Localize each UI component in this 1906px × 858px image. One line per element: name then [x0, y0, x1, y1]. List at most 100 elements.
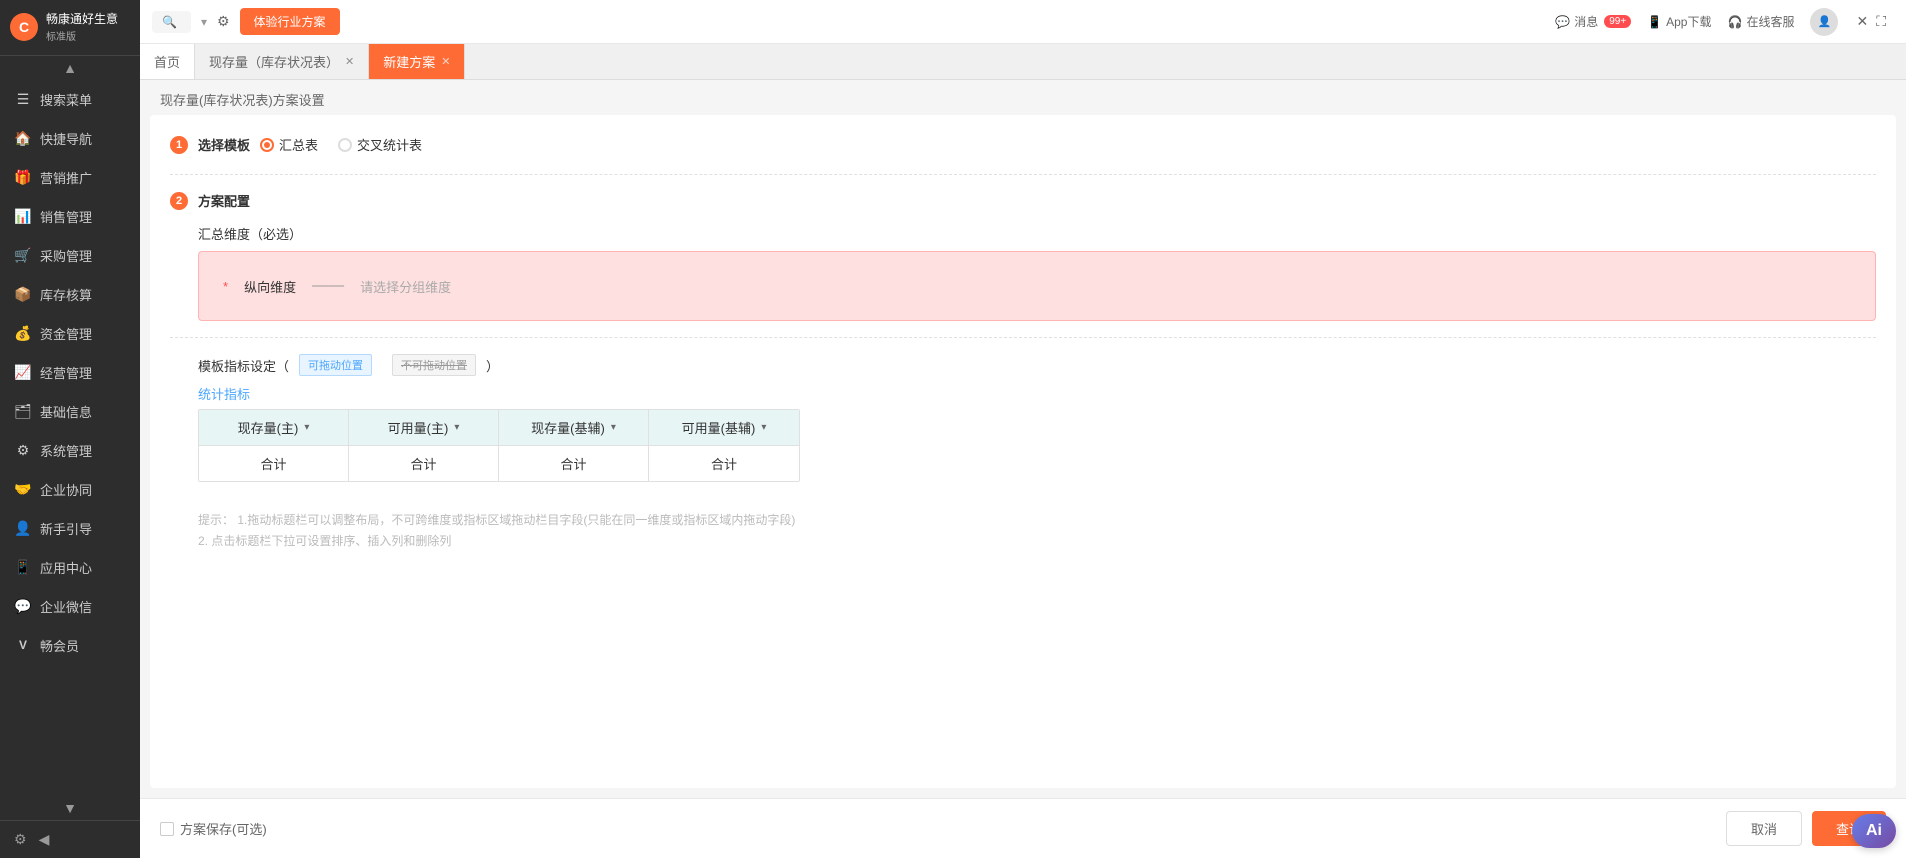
- radio-crosstab[interactable]: 交叉统计表: [338, 135, 422, 154]
- divider2: [170, 337, 1876, 338]
- stats-col-2-body: 合计: [349, 446, 499, 481]
- main-area: 🔍 ▾ ⚙ 体验行业方案 💬 消息 99+ 📱 App下载 🎧 在线客服 👤: [140, 0, 1906, 858]
- divider1: [170, 174, 1876, 175]
- sidebar-scroll-down[interactable]: ▼: [0, 796, 140, 820]
- sidebar-item-basic[interactable]: 🗂 基础信息: [0, 392, 140, 431]
- content-footer: 方案保存(可选) 取消 查询: [140, 798, 1906, 858]
- ai-badge[interactable]: Ai: [1852, 814, 1896, 848]
- topbar: 🔍 ▾ ⚙ 体验行业方案 💬 消息 99+ 📱 App下载 🎧 在线客服 👤: [140, 0, 1906, 44]
- stats-col-3-header[interactable]: 现存量(基辅) ▾: [499, 410, 649, 445]
- sidebar-item-quick-nav[interactable]: 🏠 快捷导航: [0, 119, 140, 158]
- sidebar-item-finance[interactable]: 💰 资金管理: [0, 314, 140, 353]
- sidebar-item-system[interactable]: ⚙ 系统管理: [0, 431, 140, 470]
- radio-summary[interactable]: 汇总表: [260, 135, 318, 154]
- mobile-icon: 📱: [14, 558, 32, 576]
- sidebar-item-label: 营销推广: [40, 168, 92, 187]
- tab-close-icon[interactable]: ✕: [441, 55, 450, 68]
- sidebar-item-vip[interactable]: V 畅会员: [0, 626, 140, 665]
- sidebar-item-label: 系统管理: [40, 441, 92, 460]
- sidebar-collapse-button[interactable]: ◀: [39, 831, 50, 848]
- message-button[interactable]: 💬 消息 99+: [1555, 13, 1631, 30]
- dimension-placeholder[interactable]: 请选择分组维度: [360, 277, 451, 296]
- sidebar-item-label: 搜索菜单: [40, 90, 92, 109]
- sidebar-item-inventory[interactable]: 📦 库存核算: [0, 275, 140, 314]
- sidebar-item-label: 企业协同: [40, 480, 92, 499]
- non-draggable-badge: 不可拖动位置: [392, 354, 476, 376]
- stats-table: 现存量(主) ▾ 可用量(主) ▾ 现存量(基辅) ▾: [198, 409, 800, 482]
- stats-header-row: 现存量(主) ▾ 可用量(主) ▾ 现存量(基辅) ▾: [199, 410, 799, 445]
- vip-icon: V: [14, 636, 32, 654]
- radio-summary-dot: [260, 138, 274, 152]
- headset-icon: 🎧: [1727, 15, 1742, 29]
- sidebar-item-label: 畅会员: [40, 636, 79, 655]
- tab-home[interactable]: 首页: [140, 44, 195, 79]
- gear-button[interactable]: ⚙: [217, 13, 230, 30]
- new-plan-tab-label: 新建方案: [383, 52, 435, 71]
- app-download-button[interactable]: 📱 App下载: [1647, 13, 1711, 30]
- save-option: 方案保存(可选): [160, 819, 267, 838]
- message-icon: 💬: [1555, 15, 1570, 29]
- sidebar-item-purchase[interactable]: 🛒 采购管理: [0, 236, 140, 275]
- sidebar-item-label: 快捷导航: [40, 129, 92, 148]
- stats-col-1-header[interactable]: 现存量(主) ▾: [199, 410, 349, 445]
- sidebar-item-enterprise[interactable]: 🤝 企业协同: [0, 470, 140, 509]
- tab-close-icon[interactable]: ✕: [345, 55, 354, 68]
- stats-col-4-header[interactable]: 可用量(基辅) ▾: [649, 410, 799, 445]
- tab-new-plan[interactable]: 新建方案 ✕: [369, 44, 465, 79]
- industry-plan-button[interactable]: 体验行业方案: [240, 8, 340, 35]
- customer-service-label: 在线客服: [1746, 13, 1794, 30]
- sidebar-item-label: 采购管理: [40, 246, 92, 265]
- user-avatar[interactable]: 👤: [1810, 8, 1838, 36]
- sidebar-item-wechat[interactable]: 💬 企业微信: [0, 587, 140, 626]
- gear-icon: ⚙: [14, 441, 32, 459]
- ai-badge-label: Ai: [1866, 822, 1882, 839]
- chevron-down-icon: ▾: [611, 422, 616, 433]
- sidebar-item-sales[interactable]: 📊 销售管理: [0, 197, 140, 236]
- app-version: 标准版: [46, 28, 118, 43]
- folder-icon: 🗂: [14, 402, 32, 420]
- money-icon: 💰: [14, 324, 32, 342]
- app-download-label: App下载: [1666, 13, 1711, 30]
- cancel-button[interactable]: 取消: [1726, 811, 1802, 846]
- box-icon: 📦: [14, 285, 32, 303]
- step1-section: 1 选择模板 汇总表 交叉统计表: [170, 135, 1876, 154]
- template-radio-group: 汇总表 交叉统计表: [260, 135, 422, 154]
- customer-service-button[interactable]: 🎧 在线客服: [1727, 13, 1794, 30]
- sidebar-item-apps[interactable]: 📱 应用中心: [0, 548, 140, 587]
- step1-number: 1: [170, 136, 188, 154]
- step2-title: 方案配置: [198, 191, 250, 210]
- chevron-down-icon: ▾: [454, 422, 459, 433]
- sidebar-scroll-up[interactable]: ▲: [0, 56, 140, 80]
- indicator-config: 模板指标设定（ 可拖动位置 不可拖动位置 ） 统计指标 现存量(主): [198, 354, 1876, 563]
- sidebar-settings-button[interactable]: ⚙: [14, 831, 27, 848]
- sidebar: C 畅康通好生意 标准版 ▲ ☰ 搜索菜单 🏠 快捷导航 🎁 营销推广 📊 销售…: [0, 0, 140, 858]
- stats-body-row: 合计 合计 合计 合计: [199, 445, 799, 481]
- tip-2: 2. 点击标题栏下拉可设置排序、插入列和删除列: [198, 532, 1876, 549]
- search-box[interactable]: 🔍: [152, 11, 191, 33]
- sidebar-item-marketing[interactable]: 🎁 营销推广: [0, 158, 140, 197]
- indicator-row: 模板指标设定（ 可拖动位置 不可拖动位置 ）: [198, 354, 1876, 376]
- sidebar-item-search[interactable]: ☰ 搜索菜单: [0, 80, 140, 119]
- home-tab-label: 首页: [154, 52, 180, 71]
- message-badge: 99+: [1604, 15, 1631, 28]
- indicator-close-bracket: ）: [486, 356, 499, 375]
- cart-icon: 🛒: [14, 246, 32, 264]
- dimension-name: 纵向维度: [244, 277, 296, 296]
- stats-col-2-header[interactable]: 可用量(主) ▾: [349, 410, 499, 445]
- save-checkbox[interactable]: [160, 822, 174, 836]
- logo-icon: C: [10, 13, 38, 41]
- close-window-button[interactable]: ✕: [1856, 13, 1868, 30]
- radio-crosstab-label: 交叉统计表: [357, 135, 422, 154]
- tips-section: 提示： 1.拖动标题栏可以调整布局，不可跨维度或指标区域拖动栏目字段(只能在同一…: [198, 501, 1876, 563]
- radio-summary-label: 汇总表: [279, 135, 318, 154]
- sidebar-item-label: 应用中心: [40, 558, 92, 577]
- stats-col-1-body: 合计: [199, 446, 349, 481]
- radio-crosstab-dot: [338, 138, 352, 152]
- stats-section-title: 统计指标: [198, 384, 1876, 403]
- expand-window-button[interactable]: ⛶: [1876, 13, 1886, 30]
- sidebar-item-operation[interactable]: 📈 经营管理: [0, 353, 140, 392]
- dimension-config: 汇总维度（必选） * 纵向维度 —— 请选择分组维度: [198, 224, 1876, 321]
- sidebar-item-newcomer[interactable]: 👤 新手引导: [0, 509, 140, 548]
- tab-inventory-status[interactable]: 现存量（库存状况表） ✕: [195, 44, 369, 79]
- search-icon: ☰: [14, 90, 32, 108]
